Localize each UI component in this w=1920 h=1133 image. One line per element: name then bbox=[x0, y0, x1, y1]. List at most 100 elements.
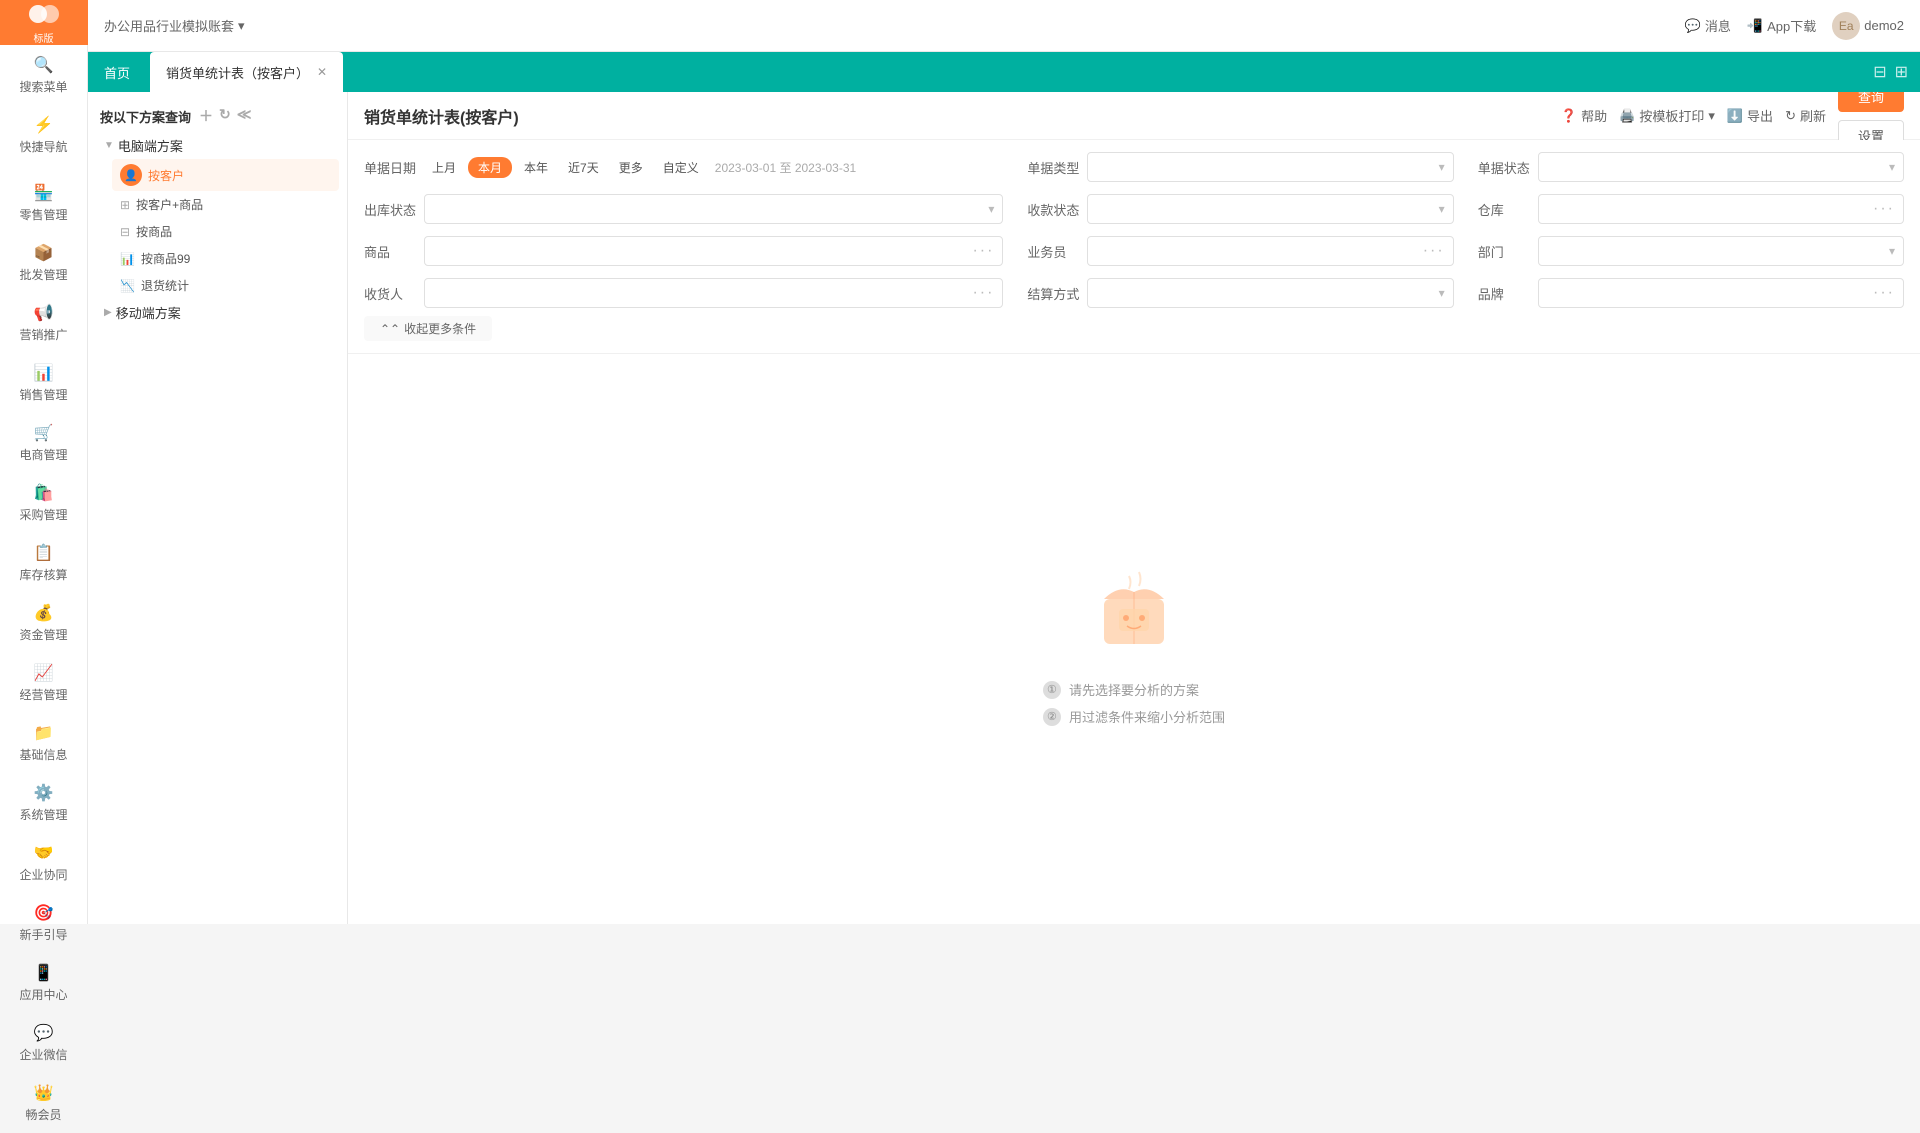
tree-section: ▼ 电脑端方案 👤 按客户 ⊞ 按客户+商品 ⊟ 按商品 bbox=[88, 132, 347, 326]
sidebar-item-appcenter-label: 应用中心 bbox=[4, 986, 84, 1003]
empty-illustration bbox=[1074, 544, 1194, 664]
date-pill-this-year[interactable]: 本年 bbox=[516, 157, 556, 178]
breadcrumb-chevron-icon: ▾ bbox=[238, 18, 245, 34]
sidebar-item-system[interactable]: ⚙️ 系统管理 bbox=[0, 773, 88, 833]
refresh-icon: ↻ bbox=[1785, 108, 1796, 124]
sidebar-item-wechat[interactable]: 💬 企业微信 bbox=[0, 1013, 88, 1073]
by-product-99-icon: 📊 bbox=[120, 252, 135, 266]
tree-child-by-product-99[interactable]: 📊 按商品99 bbox=[112, 245, 339, 272]
date-pill-7days[interactable]: 近7天 bbox=[560, 157, 607, 178]
warehouse-dots-icon: ··· bbox=[1873, 200, 1895, 218]
collapse-panel-button[interactable]: ≪ bbox=[237, 106, 252, 126]
query-button[interactable]: 查询 bbox=[1838, 92, 1904, 112]
tree-arrow-mobile: ▶ bbox=[104, 307, 112, 318]
tree-child-by-customer-product[interactable]: ⊞ 按客户+商品 bbox=[112, 191, 339, 218]
system-icon: ⚙️ bbox=[4, 783, 84, 803]
filter-brand: 品牌 ··· bbox=[1478, 278, 1904, 308]
purchase-icon: 🛍️ bbox=[4, 483, 84, 503]
export-label: 导出 bbox=[1747, 106, 1773, 125]
doc-type-select[interactable]: ▾ bbox=[1087, 152, 1453, 182]
sidebar-item-newbie[interactable]: 🎯 新手引导 bbox=[0, 893, 88, 953]
product-dots-icon: ··· bbox=[972, 242, 994, 260]
sidebar-item-wholesale[interactable]: 📦 批发管理 bbox=[0, 233, 88, 293]
tab-home[interactable]: 首页 bbox=[88, 52, 146, 92]
sidebar-item-appcenter[interactable]: 📱 应用中心 bbox=[0, 953, 88, 1013]
search-icon: 🔍 bbox=[4, 55, 84, 75]
department-select[interactable]: ▾ bbox=[1538, 236, 1904, 266]
tab-close-icon[interactable]: ✕ bbox=[317, 65, 327, 79]
settlement-select[interactable]: ▾ bbox=[1087, 278, 1453, 308]
message-button[interactable]: 💬 消息 bbox=[1685, 16, 1731, 35]
tab-expand-icon[interactable]: ⊞ bbox=[1895, 62, 1908, 82]
doc-status-select[interactable]: ▾ bbox=[1538, 152, 1904, 182]
out-status-chevron-icon: ▾ bbox=[988, 202, 994, 216]
tree-child-by-product[interactable]: ⊟ 按商品 bbox=[112, 218, 339, 245]
sidebar-item-purchase[interactable]: 🛍️ 采购管理 bbox=[0, 473, 88, 533]
empty-hint-1: ① 请先选择要分析的方案 bbox=[1043, 680, 1225, 699]
tree-child-by-customer[interactable]: 👤 按客户 bbox=[112, 159, 339, 191]
sidebar-item-search[interactable]: 🔍 搜索菜单 bbox=[0, 45, 88, 105]
sidebar-item-inventory[interactable]: 📋 库存核算 bbox=[0, 533, 88, 593]
sidebar-item-marketing[interactable]: 📢 营销推广 bbox=[0, 293, 88, 353]
receipt-status-label: 收款状态 bbox=[1027, 200, 1087, 219]
tree-child-return-stat[interactable]: 📉 退货统计 bbox=[112, 272, 339, 299]
sidebar-item-basic[interactable]: 📁 基础信息 bbox=[0, 713, 88, 773]
department-chevron-icon: ▾ bbox=[1889, 244, 1895, 258]
salesperson-select[interactable]: ··· bbox=[1087, 236, 1453, 266]
date-range-text: 2023-03-01 至 2023-03-31 bbox=[715, 159, 856, 176]
tab-minimize-icon[interactable]: ⊟ bbox=[1873, 62, 1886, 82]
appcenter-icon: 📱 bbox=[4, 963, 84, 983]
receipt-status-select[interactable]: ▾ bbox=[1087, 194, 1453, 224]
product-select[interactable]: ··· bbox=[424, 236, 1003, 266]
tree-parent-mobile[interactable]: ▶ 移动端方案 bbox=[96, 299, 339, 326]
sidebar-item-ecommerce[interactable]: 🛒 电商管理 bbox=[0, 413, 88, 473]
recipient-select[interactable]: ··· bbox=[424, 278, 1003, 308]
by-customer-dot: 👤 bbox=[120, 164, 142, 186]
date-pill-custom[interactable]: 自定义 bbox=[655, 157, 707, 178]
date-pill-this-month[interactable]: 本月 bbox=[468, 157, 512, 178]
breadcrumb-text: 办公用品行业模拟账套 bbox=[104, 16, 234, 35]
filter-doc-status: 单据状态 ▾ bbox=[1478, 152, 1904, 182]
sidebar-item-wechat-label: 企业微信 bbox=[4, 1046, 84, 1063]
by-customer-product-icon: ⊞ bbox=[120, 198, 130, 212]
date-pill-last-month[interactable]: 上月 bbox=[424, 157, 464, 178]
sidebar-item-retail[interactable]: 🏪 零售管理 bbox=[0, 173, 88, 233]
date-filter-control: 上月 本月 本年 近7天 更多 自定义 2023-03-01 至 2023-03… bbox=[424, 157, 856, 178]
sidebar-item-sales[interactable]: 📊 销售管理 bbox=[0, 353, 88, 413]
sidebar-item-purchase-label: 采购管理 bbox=[4, 506, 84, 523]
help-button[interactable]: ❓ 帮助 bbox=[1561, 106, 1607, 125]
out-status-select[interactable]: ▾ bbox=[424, 194, 1003, 224]
export-button[interactable]: ⬇️ 导出 bbox=[1727, 106, 1773, 125]
date-pills: 上月 本月 本年 近7天 更多 自定义 bbox=[424, 157, 707, 178]
print-label: 按模板打印 bbox=[1639, 106, 1704, 125]
filter-recipient: 收货人 ··· bbox=[364, 278, 1003, 308]
sidebar: 标版 🔍 搜索菜单 ⚡ 快捷导航 🏪 零售管理 📦 批发管理 📢 营销推广 📊 … bbox=[0, 0, 88, 924]
breadcrumb-dropdown[interactable]: 办公用品行业模拟账套 ▾ bbox=[104, 16, 245, 35]
collapse-more-button[interactable]: ⌃⌃ 收起更多条件 bbox=[364, 316, 492, 341]
sidebar-item-finance[interactable]: 💰 资金管理 bbox=[0, 593, 88, 653]
sidebar-item-operation[interactable]: 📈 经营管理 bbox=[0, 653, 88, 713]
sidebar-item-enterprise[interactable]: 🤝 企业协同 bbox=[0, 833, 88, 893]
brand-label: 品牌 bbox=[1478, 284, 1538, 303]
filter-row-4: 收货人 ··· 结算方式 ▾ bbox=[364, 278, 1904, 308]
sidebar-item-member[interactable]: 👑 畅会员 bbox=[0, 1073, 88, 1133]
by-product-99-label: 按商品99 bbox=[141, 250, 190, 267]
doc-type-chevron-icon: ▾ bbox=[1439, 160, 1445, 174]
refresh-button[interactable]: ↻ 刷新 bbox=[1785, 106, 1826, 125]
warehouse-select[interactable]: ··· bbox=[1538, 194, 1904, 224]
tab-sales-stat[interactable]: 销货单统计表（按客户） ✕ bbox=[150, 52, 343, 92]
sidebar-item-sales-label: 销售管理 bbox=[4, 386, 84, 403]
app-download-button[interactable]: 📲 App下载 bbox=[1747, 16, 1816, 35]
user-profile[interactable]: Ea demo2 bbox=[1832, 12, 1904, 40]
finance-icon: 💰 bbox=[4, 603, 84, 623]
add-scheme-button[interactable]: ＋ bbox=[199, 106, 213, 126]
sidebar-item-shortcut[interactable]: ⚡ 快捷导航 bbox=[0, 105, 88, 165]
print-button[interactable]: 🖨️ 按模板打印 ▾ bbox=[1619, 106, 1715, 125]
refresh-scheme-button[interactable]: ↻ bbox=[219, 106, 231, 126]
tree-parent-desktop[interactable]: ▼ 电脑端方案 bbox=[96, 132, 339, 159]
doc-status-label: 单据状态 bbox=[1478, 158, 1538, 177]
brand-select[interactable]: ··· bbox=[1538, 278, 1904, 308]
date-pill-more[interactable]: 更多 bbox=[611, 157, 651, 178]
operation-icon: 📈 bbox=[4, 663, 84, 683]
hint-num-1: ① bbox=[1043, 681, 1061, 699]
